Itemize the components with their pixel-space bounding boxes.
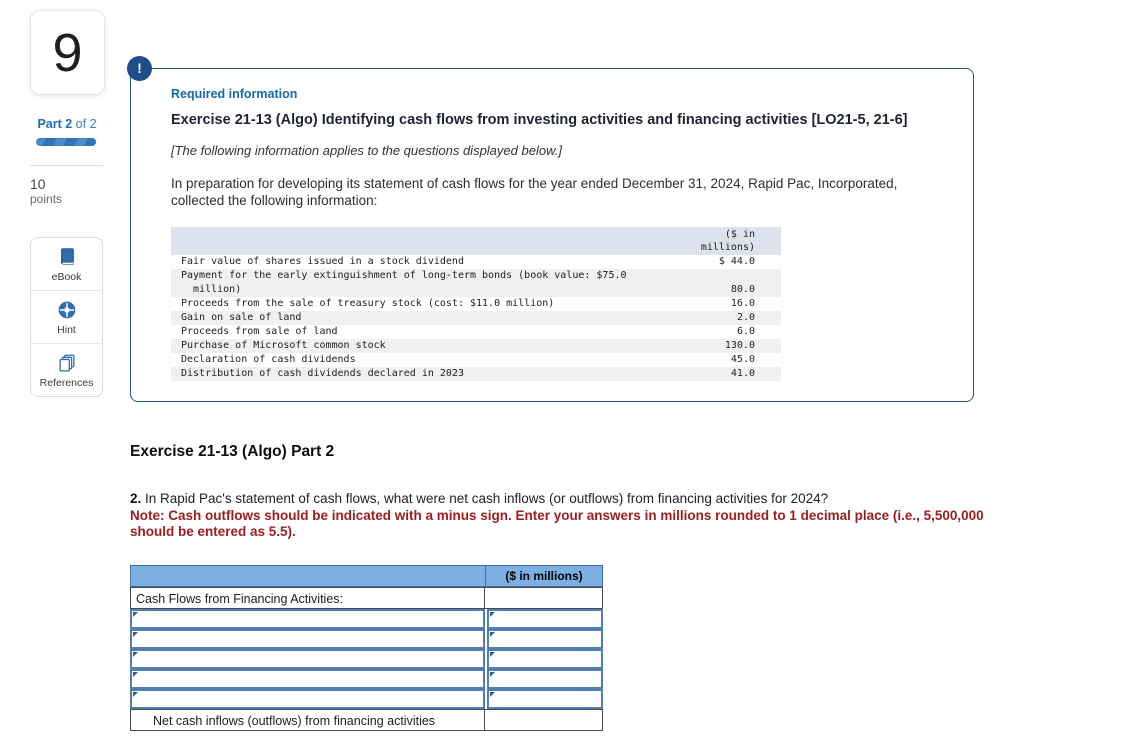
answer-input-row [130, 629, 603, 649]
given-info-row-value: 6.0 [736, 326, 755, 337]
hint-label: Hint [57, 324, 76, 336]
part2-heading: Exercise 21-13 (Algo) Part 2 [130, 443, 335, 460]
note-text: Note: Cash outflows should be indicated … [130, 508, 984, 539]
answer-table: ($ in millions) Cash Flows from Financin… [130, 565, 603, 731]
question-number-card: 9 [30, 10, 105, 95]
references-label: References [39, 377, 94, 389]
required-information-panel: ! Required information Exercise 21-13 (A… [127, 56, 974, 402]
answer-amount-input[interactable] [487, 629, 603, 649]
answer-input-row [130, 669, 603, 689]
given-info-row-value: $ 44.0 [718, 256, 755, 267]
points-value: 10 [30, 176, 46, 192]
given-info-row-value: 130.0 [724, 340, 755, 351]
references-icon [33, 352, 100, 374]
question-text: 2. In Rapid Pac's statement of cash flow… [130, 491, 1030, 507]
sidebar-divider [30, 165, 103, 166]
ebook-button[interactable]: eBook [31, 238, 102, 290]
given-info-row-label: Distribution of cash dividends declared … [181, 368, 464, 379]
answer-input-row [130, 689, 603, 709]
answer-total-label: Net cash inflows (outflows) from financi… [130, 709, 485, 731]
answer-table-header-row: ($ in millions) [130, 565, 603, 587]
answer-description-input[interactable] [130, 649, 485, 669]
given-information-table: ($ in millions) Fair value of shares iss… [171, 227, 781, 381]
required-information-heading: Required information [171, 87, 298, 101]
part-progress-label: Part 2 of 2 [18, 117, 116, 131]
given-info-row-value: 2.0 [736, 312, 755, 323]
answer-amount-input[interactable] [487, 689, 603, 709]
part-progress-bar [36, 138, 96, 146]
given-info-row-value: 41.0 [730, 368, 755, 379]
answer-section-amount-cell [485, 587, 603, 609]
given-info-row-label: Declaration of cash dividends [181, 354, 356, 365]
given-info-row: Fair value of shares issued in a stock d… [171, 255, 781, 269]
given-info-row-label: Proceeds from sale of land [181, 326, 338, 337]
hint-icon [33, 299, 100, 321]
answer-description-input[interactable] [130, 609, 485, 629]
given-info-row: Gain on sale of land 2.0 [171, 311, 781, 325]
answer-total-amount-cell [485, 709, 603, 731]
applies-note: [The following information applies to th… [171, 143, 562, 158]
question-body: In Rapid Pac's statement of cash flows, … [141, 491, 829, 506]
given-information-header-row: ($ in millions) [171, 227, 781, 255]
answer-amount-input[interactable] [487, 669, 603, 689]
answer-description-input[interactable] [130, 689, 485, 709]
answer-amount-input[interactable] [487, 649, 603, 669]
answer-section-row: Cash Flows from Financing Activities: [130, 587, 603, 609]
answer-input-row [130, 649, 603, 669]
given-info-row-value: 16.0 [730, 298, 755, 309]
given-info-row-label: Gain on sale of land [181, 312, 302, 323]
answer-amount-input[interactable] [487, 609, 603, 629]
part-label-rest: of 2 [72, 117, 97, 131]
given-info-row-label: Purchase of Microsoft common stock [181, 340, 386, 351]
given-info-row-label: Fair value of shares issued in a stock d… [181, 256, 464, 267]
points-label: points [30, 192, 63, 206]
hint-button[interactable]: Hint [31, 290, 102, 343]
answer-unit-header: ($ in millions) [485, 565, 603, 587]
answer-section-label: Cash Flows from Financing Activities: [130, 587, 485, 609]
exclamation-badge-icon: ! [127, 56, 152, 81]
given-info-row: Proceeds from the sale of treasury stock… [171, 297, 781, 311]
answer-total-row: Net cash inflows (outflows) from financi… [130, 709, 603, 731]
ebook-label: eBook [51, 271, 82, 283]
sidebar-tools: eBook Hint References [30, 237, 103, 397]
given-info-row: Proceeds from sale of land 6.0 [171, 325, 781, 339]
given-info-row-value: 45.0 [730, 354, 755, 365]
question-number-prefix: 2. [130, 491, 142, 506]
exercise-title: Exercise 21-13 (Algo) Identifying cash f… [171, 112, 908, 128]
given-info-row: Purchase of Microsoft common stock 130.0 [171, 339, 781, 353]
part-label-bold: Part 2 [37, 117, 73, 131]
given-info-row-label: Proceeds from the sale of treasury stock… [181, 298, 555, 309]
given-info-row: Payment for the early extinguishment of … [171, 269, 781, 297]
given-info-header-spacer [171, 227, 671, 255]
part2-section: Exercise 21-13 (Algo) Part 2 2. In Rapid… [130, 443, 1030, 731]
given-info-row-label: Payment for the early extinguishment of … [181, 270, 627, 295]
question-number: 9 [52, 22, 83, 83]
given-info-unit-header: ($ in millions) [671, 227, 781, 255]
given-info-row: Declaration of cash dividends 45.0 [171, 353, 781, 367]
answer-description-input[interactable] [130, 669, 485, 689]
given-info-row: Distribution of cash dividends declared … [171, 367, 781, 381]
answer-header-spacer [130, 565, 485, 587]
intro-paragraph: In preparation for developing its statem… [171, 176, 898, 208]
given-info-row-value: 80.0 [730, 284, 755, 295]
ebook-icon [33, 246, 100, 268]
references-button[interactable]: References [31, 343, 102, 396]
answer-description-input[interactable] [130, 629, 485, 649]
answer-input-row [130, 609, 603, 629]
